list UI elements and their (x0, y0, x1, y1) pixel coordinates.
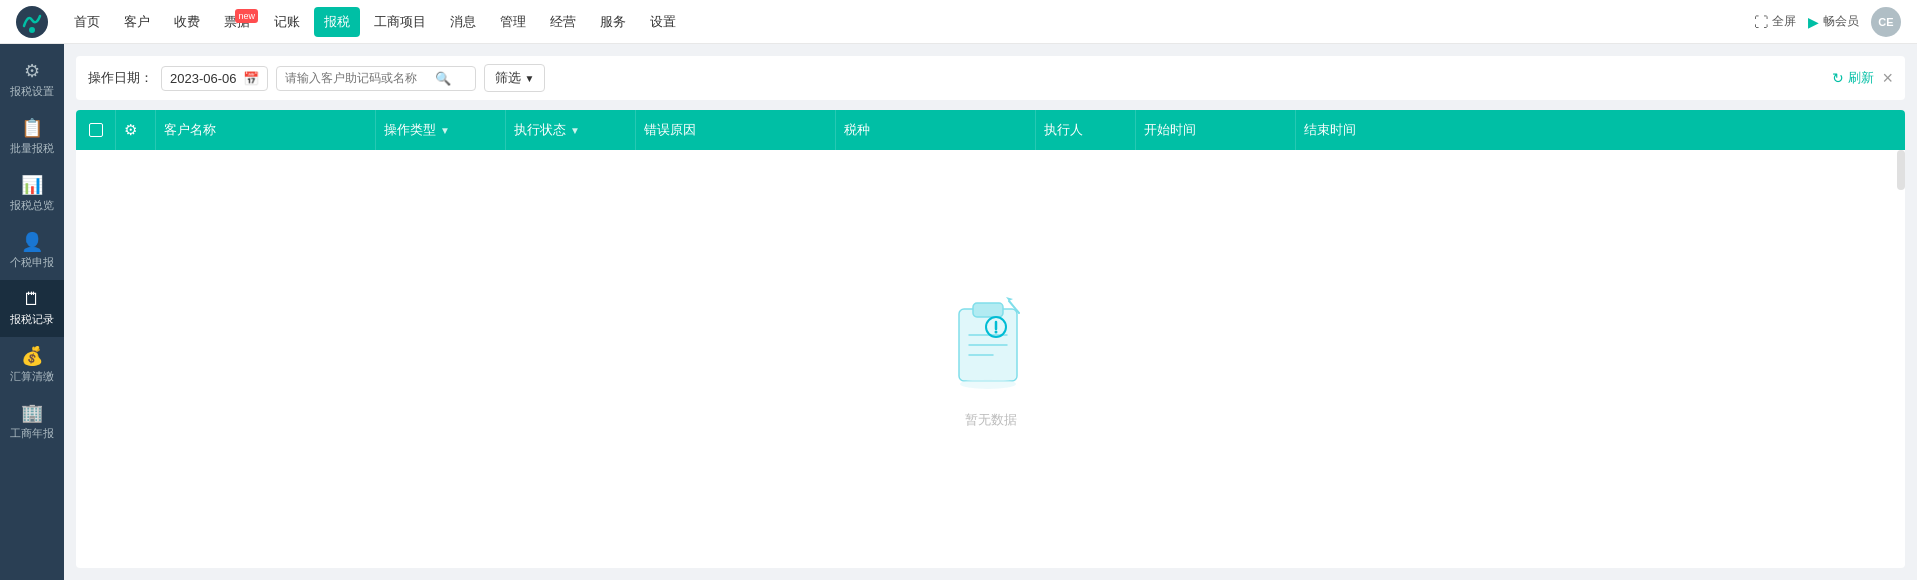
sidebar: ⚙ 报税设置 📋 批量报税 📊 报税总览 👤 个税申报 🗒 报税记录 💰 汇算清… (0, 44, 64, 580)
close-button[interactable]: × (1882, 69, 1893, 87)
th-end-time: 结束时间 (1296, 110, 1426, 150)
nav-items: 首页 客户 收费 票据 new 记账 报税 工商项目 消息 管理 经营 服务 设… (64, 7, 1754, 37)
sidebar-item-calc-pay[interactable]: 💰 汇算清缴 (0, 337, 64, 394)
date-value: 2023-06-06 (170, 71, 237, 86)
calc-pay-icon: 💰 (21, 347, 43, 365)
refresh-button[interactable]: ↻ 刷新 (1832, 69, 1874, 87)
date-picker[interactable]: 2023-06-06 📅 (161, 66, 268, 91)
chevron-down-icon: ▼ (525, 73, 535, 84)
th-executor: 执行人 (1036, 110, 1136, 150)
nav-tax[interactable]: 报税 (314, 7, 360, 37)
member-icon: ▶ (1808, 14, 1819, 30)
svg-rect-3 (973, 303, 1003, 317)
svg-point-12 (960, 379, 1016, 389)
main-layout: ⚙ 报税设置 📋 批量报税 📊 报税总览 👤 个税申报 🗒 报税记录 💰 汇算清… (0, 44, 1917, 580)
nav-home[interactable]: 首页 (64, 7, 110, 37)
nav-operation[interactable]: 经营 (540, 7, 586, 37)
sort-icon-status: ▼ (570, 125, 580, 136)
batch-tax-icon: 📋 (21, 119, 43, 137)
sidebar-item-annual-report[interactable]: 🏢 工商年报 (0, 394, 64, 451)
sort-icon-operation: ▼ (440, 125, 450, 136)
nav-settings[interactable]: 设置 (640, 7, 686, 37)
sidebar-item-batch-tax[interactable]: 📋 批量报税 (0, 109, 64, 166)
sidebar-item-label: 个税申报 (10, 255, 54, 270)
th-gear[interactable]: ⚙ (116, 110, 156, 150)
sidebar-item-tax-record[interactable]: 🗒 报税记录 (0, 280, 64, 337)
th-operation-type[interactable]: 操作类型 ▼ (376, 110, 506, 150)
app-logo[interactable] (16, 6, 48, 38)
nav-business[interactable]: 工商项目 (364, 7, 436, 37)
nav-accounting[interactable]: 记账 (264, 7, 310, 37)
table-header: ⚙ 客户名称 操作类型 ▼ 执行状态 ▼ 错误原因 税种 (76, 110, 1905, 150)
svg-point-1 (29, 27, 35, 33)
search-input[interactable] (285, 71, 435, 85)
svg-marker-11 (1006, 297, 1013, 301)
nav-customer[interactable]: 客户 (114, 7, 160, 37)
th-checkbox[interactable] (76, 110, 116, 150)
user-avatar[interactable]: CE (1871, 7, 1901, 37)
scroll-indicator[interactable] (1897, 150, 1905, 190)
sidebar-item-label: 报税记录 (10, 312, 54, 327)
filter-button[interactable]: 筛选 ▼ (484, 64, 546, 92)
sidebar-item-label: 工商年报 (10, 426, 54, 441)
invoice-badge: new (235, 9, 258, 23)
tax-record-icon: 🗒 (23, 290, 41, 308)
fullscreen-icon: ⛶ (1754, 14, 1768, 30)
toolbar: 操作日期： 2023-06-06 📅 🔍 筛选 ▼ ↻ 刷新 × (76, 56, 1905, 100)
personal-tax-icon: 👤 (21, 233, 43, 251)
nav-manage[interactable]: 管理 (490, 7, 536, 37)
tax-overview-icon: 📊 (21, 176, 43, 194)
filter-label: 筛选 (495, 69, 521, 87)
content-area: 操作日期： 2023-06-06 📅 🔍 筛选 ▼ ↻ 刷新 × (64, 44, 1917, 580)
top-nav: 首页 客户 收费 票据 new 记账 报税 工商项目 消息 管理 经营 服务 设… (0, 0, 1917, 44)
nav-invoice[interactable]: 票据 new (214, 7, 260, 37)
th-error-reason: 错误原因 (636, 110, 836, 150)
sidebar-item-label: 汇算清缴 (10, 369, 54, 384)
empty-illustration (941, 289, 1041, 399)
search-box: 🔍 (276, 66, 476, 91)
header-checkbox[interactable] (89, 123, 103, 137)
th-start-time: 开始时间 (1136, 110, 1296, 150)
nav-message[interactable]: 消息 (440, 7, 486, 37)
nav-billing[interactable]: 收费 (164, 7, 210, 37)
empty-state: 暂无数据 (941, 289, 1041, 429)
table-wrapper: ⚙ 客户名称 操作类型 ▼ 执行状态 ▼ 错误原因 税种 (76, 110, 1905, 568)
gear-icon: ⚙ (124, 121, 137, 139)
th-tax-type: 税种 (836, 110, 1036, 150)
refresh-label: 刷新 (1848, 69, 1874, 87)
calendar-icon: 📅 (243, 71, 259, 86)
fullscreen-btn[interactable]: ⛶ 全屏 (1754, 13, 1796, 30)
member-btn[interactable]: ▶ 畅会员 (1808, 13, 1859, 30)
tax-settings-icon: ⚙ (24, 62, 40, 80)
sidebar-item-tax-overview[interactable]: 📊 报税总览 (0, 166, 64, 223)
th-exec-status[interactable]: 执行状态 ▼ (506, 110, 636, 150)
svg-point-9 (994, 331, 997, 334)
sidebar-item-label: 报税总览 (10, 198, 54, 213)
annual-report-icon: 🏢 (21, 404, 43, 422)
top-nav-right: ⛶ 全屏 ▶ 畅会员 CE (1754, 7, 1901, 37)
sidebar-item-personal-tax[interactable]: 👤 个税申报 (0, 223, 64, 280)
refresh-icon: ↻ (1832, 70, 1844, 86)
table-body: 暂无数据 (76, 150, 1905, 568)
empty-text: 暂无数据 (965, 411, 1017, 429)
sidebar-item-tax-settings[interactable]: ⚙ 报税设置 (0, 52, 64, 109)
date-label: 操作日期： (88, 69, 153, 87)
th-customer-name: 客户名称 (156, 110, 376, 150)
close-icon: × (1882, 68, 1893, 88)
nav-service[interactable]: 服务 (590, 7, 636, 37)
search-icon[interactable]: 🔍 (435, 71, 451, 86)
sidebar-item-label: 报税设置 (10, 84, 54, 99)
sidebar-item-label: 批量报税 (10, 141, 54, 156)
